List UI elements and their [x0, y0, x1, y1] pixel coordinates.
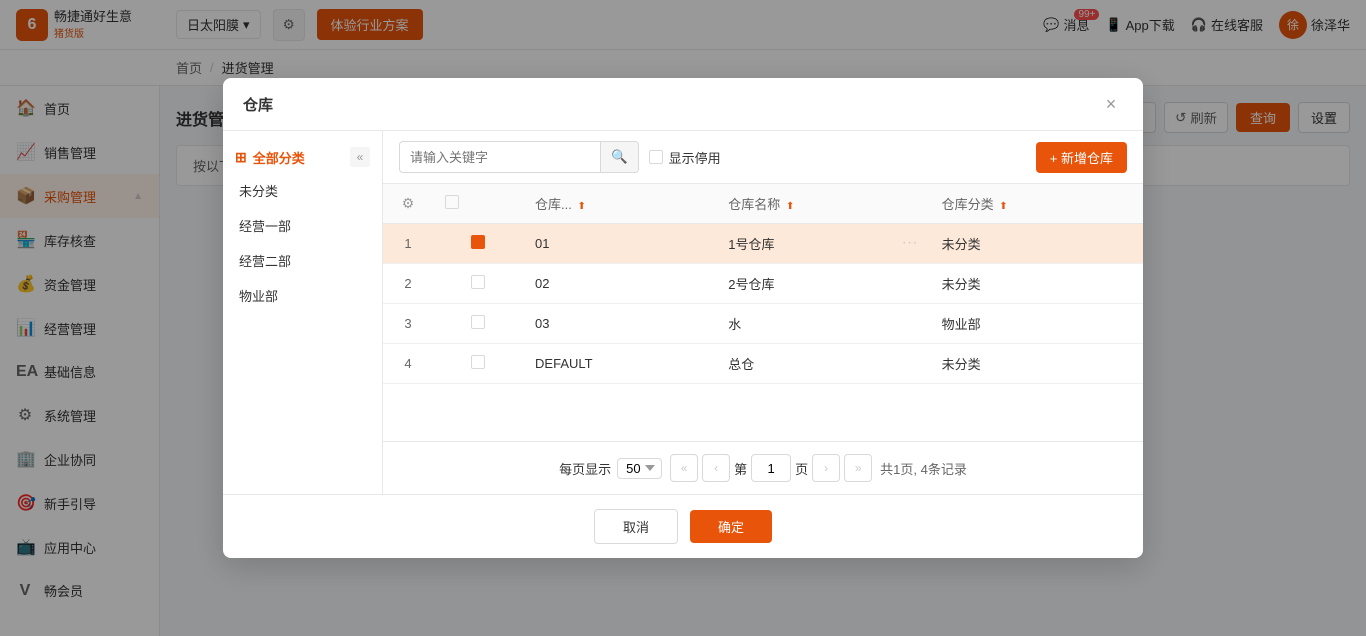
row-more-icon[interactable]: ··· — [902, 234, 918, 252]
category-panel: ⊞ 全部分类 « 未分类 经营一部 经营二部 物业部 — [223, 131, 383, 494]
table-row[interactable]: 4 DEFAULT 总仓 未分类 — [383, 344, 1143, 384]
all-category-label: 全部分类 — [253, 148, 305, 167]
toolbar-left: 🔍 显示停用 — [399, 141, 721, 173]
row-num: 2 — [383, 264, 433, 304]
page-label: 第 — [734, 459, 747, 478]
col-name-label: 仓库名称 — [728, 197, 780, 212]
row-checkbox[interactable] — [471, 275, 485, 289]
category-label-uncat: 未分类 — [239, 184, 278, 199]
row-name: 2号仓库 — [716, 264, 929, 304]
confirm-button[interactable]: 确定 — [690, 510, 772, 543]
category-header: ⊞ 全部分类 « — [223, 141, 382, 173]
row-category: 未分类 — [930, 264, 1143, 304]
search-button[interactable]: 🔍 — [600, 141, 638, 173]
row-checkbox[interactable] — [471, 355, 485, 369]
table-row[interactable]: 1 01 1号仓库··· 未分类 — [383, 224, 1143, 264]
row-category: 未分类 — [930, 224, 1143, 264]
row-checkbox[interactable] — [471, 315, 485, 329]
category-label-dept1: 经营一部 — [239, 219, 291, 234]
modal-title: 仓库 — [243, 94, 273, 115]
category-item-property[interactable]: 物业部 — [223, 278, 382, 313]
category-item-uncat[interactable]: 未分类 — [223, 173, 382, 208]
modal-header: 仓库 × — [223, 78, 1143, 131]
per-page-select[interactable]: 50 — [617, 458, 662, 479]
show-disabled-checkbox[interactable] — [649, 150, 663, 164]
page-nav: « ‹ 第 页 › » — [670, 454, 872, 482]
row-code: 03 — [523, 304, 716, 344]
row-code: 01 — [523, 224, 716, 264]
row-checkbox[interactable] — [471, 235, 485, 249]
category-item-dept1[interactable]: 经营一部 — [223, 208, 382, 243]
show-disabled-text: 显示停用 — [669, 148, 721, 167]
collapse-button[interactable]: « — [350, 147, 370, 167]
col-category: 仓库分类 ⬆ — [930, 184, 1143, 224]
search-icon: 🔍 — [611, 149, 628, 164]
modal-overlay: 仓库 × ⊞ 全部分类 « 未分类 经营一部 — [0, 0, 1366, 636]
per-page-group: 每页显示 50 — [559, 458, 662, 479]
row-checkbox-cell — [433, 344, 523, 384]
modal-content-panel: 🔍 显示停用 + 新增仓库 — [383, 131, 1143, 494]
category-item-dept2[interactable]: 经营二部 — [223, 243, 382, 278]
warehouse-modal: 仓库 × ⊞ 全部分类 « 未分类 经营一部 — [223, 78, 1143, 558]
next-page-button[interactable]: › — [812, 454, 840, 482]
row-category: 未分类 — [930, 344, 1143, 384]
cancel-button[interactable]: 取消 — [594, 509, 678, 544]
table-row[interactable]: 3 03 水 物业部 — [383, 304, 1143, 344]
first-page-button[interactable]: « — [670, 454, 698, 482]
row-name: 总仓 — [716, 344, 929, 384]
search-input[interactable] — [400, 150, 600, 165]
table-header-row: ⚙ 仓库... ⬆ 仓库名称 — [383, 184, 1143, 224]
prev-page-button[interactable]: ‹ — [702, 454, 730, 482]
warehouse-table: ⚙ 仓库... ⬆ 仓库名称 — [383, 184, 1143, 384]
col-code: 仓库... ⬆ — [523, 184, 716, 224]
col-code-label: 仓库... — [535, 197, 572, 212]
row-code: 02 — [523, 264, 716, 304]
row-name: 1号仓库··· — [716, 224, 929, 264]
col-checkbox — [433, 184, 523, 224]
last-page-button[interactable]: » — [844, 454, 872, 482]
table-row[interactable]: 2 02 2号仓库 未分类 — [383, 264, 1143, 304]
col-name: 仓库名称 ⬆ — [716, 184, 929, 224]
search-box: 🔍 — [399, 141, 639, 173]
row-name: 水 — [716, 304, 929, 344]
modal-body: ⊞ 全部分类 « 未分类 经营一部 经营二部 物业部 — [223, 131, 1143, 494]
sort-icon: ⬆ — [578, 201, 586, 212]
header-checkbox[interactable] — [445, 195, 459, 209]
sort-name-icon: ⬆ — [786, 201, 794, 212]
page-suffix: 页 — [795, 459, 808, 478]
all-category-item[interactable]: ⊞ 全部分类 — [235, 148, 305, 167]
row-num: 4 — [383, 344, 433, 384]
modal-footer: 取消 确定 — [223, 494, 1143, 558]
category-label-property: 物业部 — [239, 289, 278, 304]
category-label-dept2: 经营二部 — [239, 254, 291, 269]
modal-toolbar: 🔍 显示停用 + 新增仓库 — [383, 131, 1143, 184]
page-input[interactable] — [751, 454, 791, 482]
row-category: 物业部 — [930, 304, 1143, 344]
pagination: 每页显示 50 « ‹ 第 页 › » 共1页, 4条记录 — [383, 441, 1143, 494]
col-settings: ⚙ — [383, 184, 433, 224]
add-warehouse-button[interactable]: + 新增仓库 — [1036, 142, 1127, 173]
row-checkbox-cell — [433, 264, 523, 304]
col-category-label: 仓库分类 — [942, 197, 994, 212]
show-disabled-label: 显示停用 — [649, 148, 721, 167]
sort-cat-icon: ⬆ — [999, 201, 1007, 212]
modal-close-button[interactable]: × — [1099, 92, 1123, 116]
row-code: DEFAULT — [523, 344, 716, 384]
row-checkbox-cell — [433, 224, 523, 264]
col-gear-icon[interactable]: ⚙ — [402, 195, 415, 211]
row-num: 1 — [383, 224, 433, 264]
table-body: 1 01 1号仓库··· 未分类 2 02 2号仓库 未分类 3 03 水 物业… — [383, 224, 1143, 384]
warehouse-table-wrap: ⚙ 仓库... ⬆ 仓库名称 — [383, 184, 1143, 441]
row-num: 3 — [383, 304, 433, 344]
grid-icon: ⊞ — [235, 149, 247, 166]
row-checkbox-cell — [433, 304, 523, 344]
page-total-info: 共1页, 4条记录 — [880, 459, 967, 478]
per-page-label: 每页显示 — [559, 459, 611, 478]
